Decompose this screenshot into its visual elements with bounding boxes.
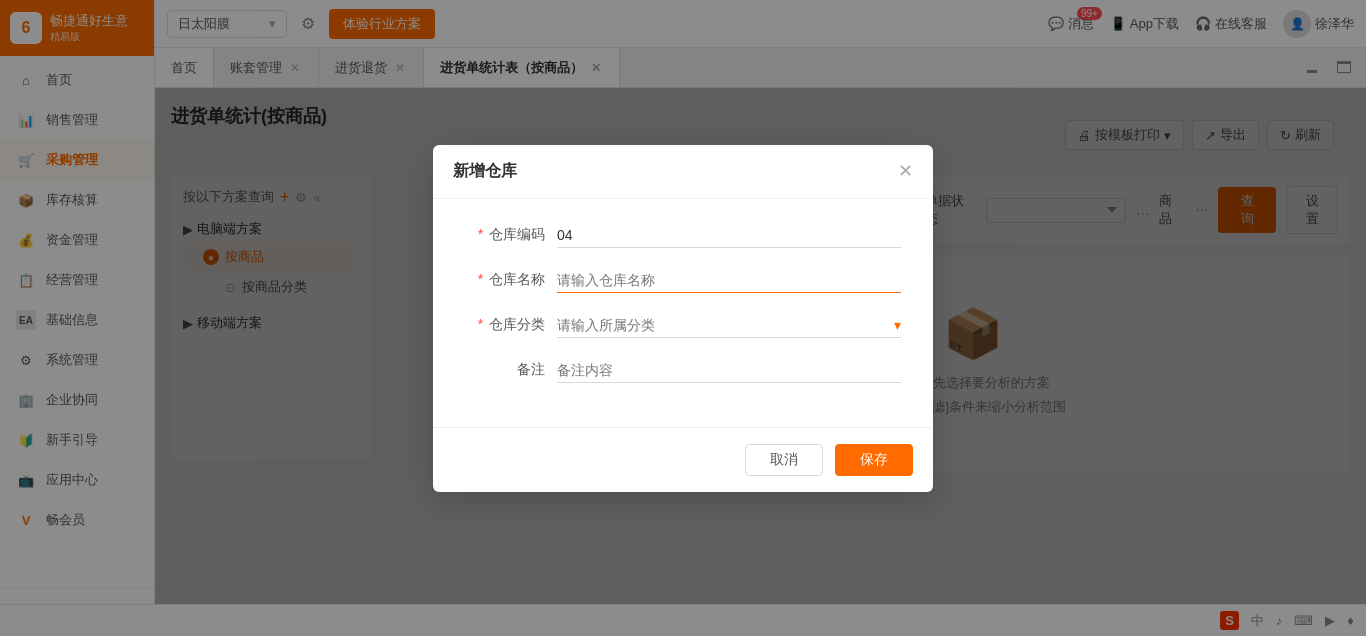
- code-label: * 仓库编码: [465, 226, 545, 244]
- required-star-category: *: [478, 316, 483, 332]
- modal-header: 新增仓库 ✕: [433, 145, 933, 199]
- modal-close-button[interactable]: ✕: [898, 162, 913, 180]
- form-row-remark: 备注: [465, 358, 901, 383]
- modal-title: 新增仓库: [453, 161, 517, 182]
- modal-footer: 取消 保存: [433, 427, 933, 492]
- category-label: * 仓库分类: [465, 316, 545, 334]
- remark-label: 备注: [465, 361, 545, 379]
- new-warehouse-modal: 新增仓库 ✕ * 仓库编码 * 仓库名称: [433, 145, 933, 492]
- cancel-button[interactable]: 取消: [745, 444, 823, 476]
- category-select-wrap: ▾: [557, 313, 901, 338]
- form-row-code: * 仓库编码: [465, 223, 901, 248]
- remark-input[interactable]: [557, 358, 901, 383]
- modal-body: * 仓库编码 * 仓库名称 * 仓库分类: [433, 199, 933, 427]
- save-button[interactable]: 保存: [835, 444, 913, 476]
- name-input[interactable]: [557, 268, 901, 293]
- required-star-name: *: [478, 271, 483, 287]
- modal-overlay[interactable]: 新增仓库 ✕ * 仓库编码 * 仓库名称: [0, 0, 1366, 636]
- category-input[interactable]: [557, 313, 901, 338]
- required-star-code: *: [478, 226, 483, 242]
- form-row-category: * 仓库分类 ▾: [465, 313, 901, 338]
- code-input[interactable]: [557, 223, 901, 248]
- name-label: * 仓库名称: [465, 271, 545, 289]
- form-row-name: * 仓库名称: [465, 268, 901, 293]
